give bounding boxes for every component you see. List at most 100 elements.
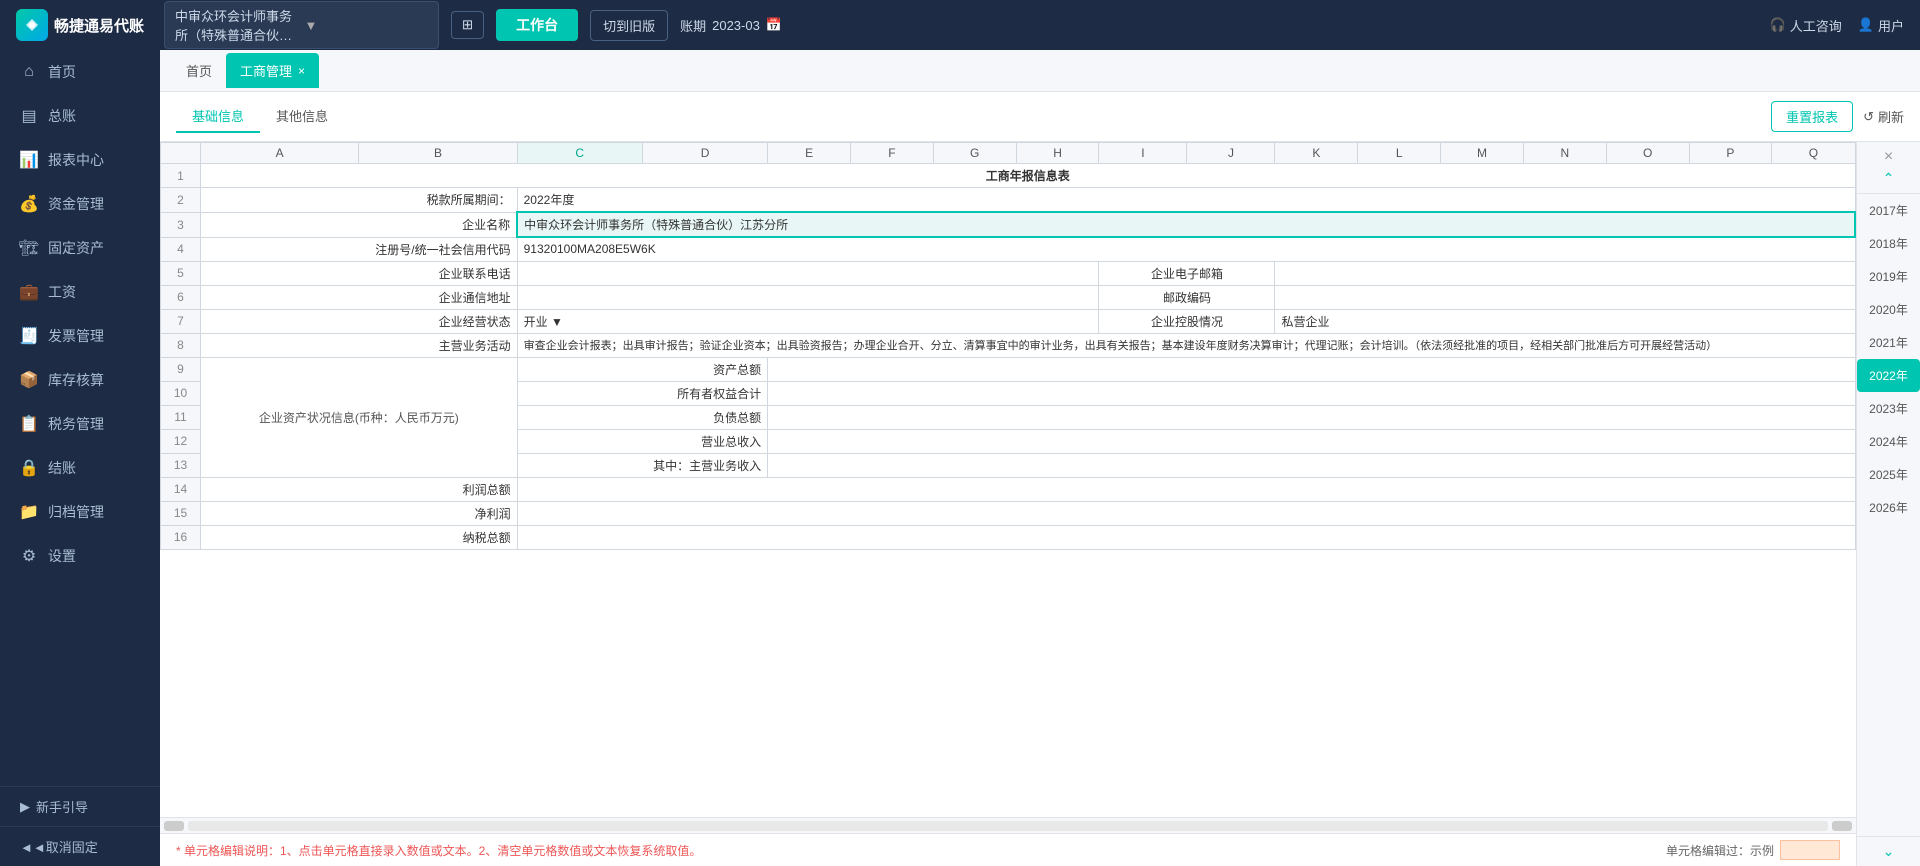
- close-panel-button[interactable]: ×: [1884, 146, 1893, 168]
- new-guide-button[interactable]: ▶ 新手引导: [0, 786, 160, 826]
- sidebar-item-salary[interactable]: 💼 工资: [0, 270, 160, 314]
- support-button[interactable]: 🎧 人工咨询: [1770, 16, 1842, 35]
- row-num-15: 15: [161, 501, 201, 525]
- company-selector[interactable]: 中审众环会计师事务所（特殊普通合伙… ▼: [164, 1, 439, 49]
- sidebar-item-tax[interactable]: 📋 税务管理: [0, 402, 160, 446]
- year-item-2022[interactable]: 2022年: [1857, 359, 1920, 392]
- cell-profit-value[interactable]: [517, 477, 1855, 501]
- sidebar-item-assets[interactable]: 🏗 固定资产: [0, 226, 160, 270]
- year-item-2021[interactable]: 2021年: [1857, 326, 1920, 359]
- col-header-q[interactable]: Q: [1772, 143, 1855, 164]
- col-header-p[interactable]: P: [1689, 143, 1772, 164]
- cell-tax-total-value[interactable]: [517, 525, 1855, 549]
- col-header-m[interactable]: M: [1441, 143, 1524, 164]
- sidebar-item-home[interactable]: ⌂ 首页: [0, 50, 160, 94]
- year-item-2018[interactable]: 2018年: [1857, 227, 1920, 260]
- year-item-2026[interactable]: 2026年: [1857, 491, 1920, 524]
- cell-title[interactable]: 工商年报信息表: [201, 164, 1856, 188]
- unpin-button[interactable]: ◄◄取消固定: [0, 826, 160, 866]
- col-header-j[interactable]: J: [1187, 143, 1275, 164]
- sidebar-item-archive[interactable]: 📁 归档管理: [0, 490, 160, 534]
- cell-group-assets: 企业资产状况信息(币种：人民币万元): [201, 357, 518, 477]
- cell-company-label: 企业名称: [201, 212, 518, 237]
- cell-period-value[interactable]: 2022年度: [517, 188, 1855, 213]
- tab-basic-info[interactable]: 基础信息: [176, 100, 260, 133]
- year-item-2019[interactable]: 2019年: [1857, 260, 1920, 293]
- user-avatar[interactable]: 👤 用户: [1858, 16, 1904, 35]
- col-header-l[interactable]: L: [1358, 143, 1441, 164]
- cell-revenue-value[interactable]: [768, 429, 1855, 453]
- cell-company-value[interactable]: 中审众环会计师事务所（特殊普通合伙）江苏分所: [517, 212, 1855, 237]
- col-header-b[interactable]: B: [359, 143, 517, 164]
- sidebar-item-invoice[interactable]: 🧾 发票管理: [0, 314, 160, 358]
- sidebar-label-invoice: 发票管理: [48, 326, 104, 346]
- year-item-2025[interactable]: 2025年: [1857, 458, 1920, 491]
- workbench-button[interactable]: 工作台: [496, 9, 578, 41]
- col-header-a[interactable]: A: [201, 143, 359, 164]
- copy-button[interactable]: ⊞: [451, 11, 484, 39]
- row-num-4: 4: [161, 237, 201, 261]
- year-item-2020[interactable]: 2020年: [1857, 293, 1920, 326]
- year-down-icon[interactable]: ⌄: [1883, 841, 1895, 862]
- sidebar-item-report[interactable]: 📊 报表中心: [0, 138, 160, 182]
- settings-icon: ⚙: [20, 547, 38, 565]
- sidebar-item-close[interactable]: 🔒 结账: [0, 446, 160, 490]
- home-icon: ⌂: [20, 63, 38, 81]
- cell-status-label: 企业经营状态: [201, 309, 518, 333]
- sidebar-item-ledger[interactable]: ▤ 总账: [0, 94, 160, 138]
- cell-email-value[interactable]: [1275, 261, 1855, 285]
- refresh-button[interactable]: ↺ 刷新: [1863, 107, 1904, 126]
- sidebar-item-settings[interactable]: ⚙ 设置: [0, 534, 160, 578]
- cell-equity-value[interactable]: [768, 381, 1855, 405]
- tab-other-info[interactable]: 其他信息: [260, 100, 344, 133]
- expand-panel-button[interactable]: ⌃: [1883, 168, 1895, 189]
- cell-address-value[interactable]: [517, 285, 1099, 309]
- col-header-h[interactable]: H: [1016, 143, 1099, 164]
- switch-version-button[interactable]: 切到旧版: [590, 10, 668, 41]
- year-item-2024[interactable]: 2024年: [1857, 425, 1920, 458]
- cell-liabilities-value[interactable]: [768, 405, 1855, 429]
- user-icon: 👤: [1858, 17, 1874, 33]
- col-header-k[interactable]: K: [1275, 143, 1358, 164]
- cell-net-profit-value[interactable]: [517, 501, 1855, 525]
- sidebar-item-capital[interactable]: 💰 资金管理: [0, 182, 160, 226]
- calendar-icon[interactable]: 📅: [766, 17, 782, 33]
- cell-reg-value[interactable]: 91320100MA208E5W6K: [517, 237, 1855, 261]
- cell-postal-value[interactable]: [1275, 285, 1855, 309]
- cell-total-assets-value[interactable]: [768, 357, 1855, 381]
- cell-main-revenue-value[interactable]: [768, 453, 1855, 477]
- tab-close-icon[interactable]: ×: [298, 64, 305, 78]
- table-row: 4 注册号/统一社会信用代码 91320100MA208E5W6K: [161, 237, 1856, 261]
- cell-status-value[interactable]: 开业 ▼: [517, 309, 1099, 333]
- sidebar-label-settings: 设置: [48, 546, 76, 566]
- table-row: 15 净利润: [161, 501, 1856, 525]
- reset-button[interactable]: 重置报表: [1771, 101, 1853, 132]
- cell-business-value[interactable]: 审查企业会计报表；出具审计报告；验证企业资本；出具验资报告；办理企业合开、分立、…: [517, 333, 1855, 357]
- horizontal-scrollbar[interactable]: [160, 817, 1856, 833]
- col-header-f[interactable]: F: [851, 143, 934, 164]
- sidebar-item-inventory[interactable]: 📦 库存核算: [0, 358, 160, 402]
- guide-icon: ▶: [20, 799, 30, 815]
- col-header-g[interactable]: G: [933, 143, 1016, 164]
- bottom-bar: * 单元格编辑说明：1、点击单元格直接录入数值或文本。2、清空单元格数值或文本恢…: [160, 833, 1856, 866]
- col-header-o[interactable]: O: [1606, 143, 1689, 164]
- col-header-e[interactable]: E: [768, 143, 851, 164]
- cell-phone-value[interactable]: [517, 261, 1099, 285]
- tab-bizmanage[interactable]: 工商管理 ×: [226, 53, 319, 88]
- row-num-12: 12: [161, 429, 201, 453]
- year-item-2017[interactable]: 2017年: [1857, 194, 1920, 227]
- spreadsheet-scroll[interactable]: A B C D E F G H I J: [160, 142, 1856, 817]
- tab-home[interactable]: 首页: [172, 53, 226, 88]
- tax-icon: 📋: [20, 415, 38, 433]
- cell-liabilities-label: 负债总额: [517, 405, 768, 429]
- col-header-num: [161, 143, 201, 164]
- col-header-i[interactable]: I: [1099, 143, 1187, 164]
- logo-icon: [16, 9, 48, 41]
- cell-holding-value[interactable]: 私营企业: [1275, 309, 1855, 333]
- year-item-2023[interactable]: 2023年: [1857, 392, 1920, 425]
- row-num-5: 5: [161, 261, 201, 285]
- col-header-n[interactable]: N: [1523, 143, 1606, 164]
- cell-phone-label: 企业联系电话: [201, 261, 518, 285]
- col-header-c[interactable]: C: [517, 143, 642, 164]
- col-header-d[interactable]: D: [642, 143, 767, 164]
